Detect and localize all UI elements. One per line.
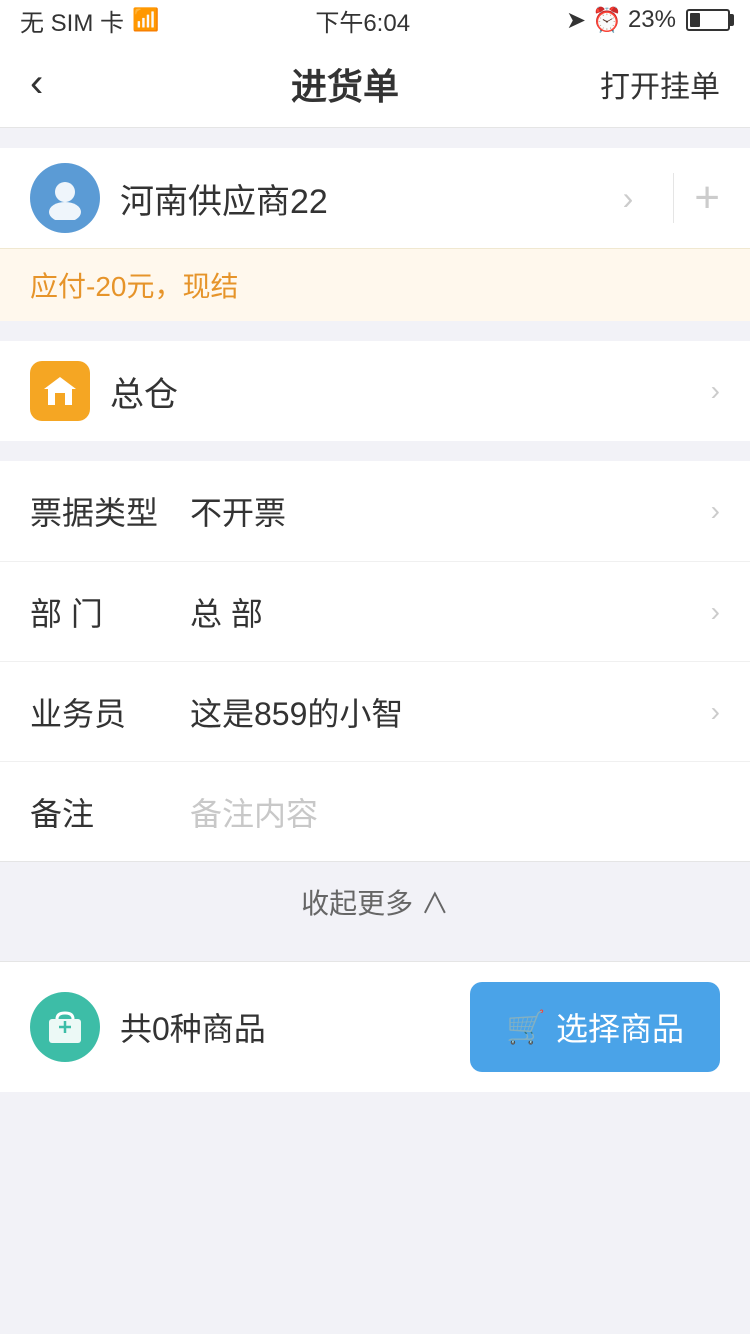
bottom-bar: 共0种商品 🛒 选择商品 [0, 961, 750, 1092]
section-gap-2 [0, 321, 750, 341]
invoice-type-label: 票据类型 [30, 488, 170, 534]
form-card: 票据类型 不开票 › 部 门 总 部 › 业务员 这是859的小智 › 备注 备… [0, 461, 750, 861]
select-product-label: 选择商品 [556, 1004, 684, 1050]
warehouse-name: 总仓 [110, 367, 711, 416]
nav-bar: ‹ 进货单 打开挂单 [0, 40, 750, 128]
remark-label: 备注 [30, 789, 170, 835]
salesperson-label: 业务员 [30, 689, 170, 735]
battery-label: 23% [628, 6, 676, 34]
status-left: 无 SIM 卡 📶 [20, 3, 159, 38]
invoice-type-row[interactable]: 票据类型 不开票 › [0, 461, 750, 561]
battery-icon [686, 9, 730, 31]
notice-text: 应付-20元，现结 [30, 271, 238, 302]
shopping-icon [45, 1007, 85, 1047]
select-product-icon: 🛒 [506, 1008, 546, 1046]
warehouse-chevron-icon: › [711, 375, 720, 407]
salesperson-chevron-icon: › [711, 696, 720, 728]
department-chevron-icon: › [711, 596, 720, 628]
remark-row[interactable]: 备注 备注内容 [0, 761, 750, 861]
warehouse-card[interactable]: 总仓 › [0, 341, 750, 441]
page-content: 河南供应商22 › + 应付-20元，现结 总仓 › 票据类型 [0, 128, 750, 1132]
supplier-avatar [30, 163, 100, 233]
time-label: 下午6:04 [315, 3, 410, 38]
supplier-name: 河南供应商22 [120, 174, 623, 223]
section-gap-3 [0, 441, 750, 461]
section-gap-1 [0, 128, 750, 148]
avatar-icon [43, 176, 87, 220]
product-count: 共0种商品 [120, 1004, 470, 1050]
location-icon: ➤ [566, 6, 586, 35]
wifi-icon: 📶 [132, 7, 159, 33]
supplier-chevron-icon: › [623, 180, 634, 217]
notice-bar: 应付-20元，现结 [0, 248, 750, 321]
page-title: 进货单 [291, 58, 399, 110]
supplier-row[interactable]: 河南供应商22 › + [0, 148, 750, 248]
warehouse-row[interactable]: 总仓 › [0, 341, 750, 441]
salesperson-value: 这是859的小智 [170, 689, 711, 735]
select-product-button[interactable]: 🛒 选择商品 [470, 982, 720, 1072]
remark-input[interactable]: 备注内容 [170, 789, 720, 835]
warehouse-icon [30, 361, 90, 421]
house-icon [42, 373, 78, 409]
supplier-card: 河南供应商22 › + 应付-20元，现结 [0, 148, 750, 321]
collapse-button[interactable]: 收起更多 ∧ [0, 861, 750, 941]
invoice-type-value: 不开票 [170, 488, 711, 534]
invoice-type-chevron-icon: › [711, 495, 720, 527]
status-right: ➤ ⏰ 23% [566, 6, 730, 35]
open-pending-button[interactable]: 打开挂单 [600, 62, 720, 106]
supplier-divider [673, 173, 674, 223]
product-icon [30, 992, 100, 1062]
status-bar: 无 SIM 卡 📶 下午6:04 ➤ ⏰ 23% [0, 0, 750, 40]
department-label: 部 门 [30, 589, 170, 635]
salesperson-row[interactable]: 业务员 这是859的小智 › [0, 661, 750, 761]
add-supplier-button[interactable]: + [694, 173, 720, 223]
department-row[interactable]: 部 门 总 部 › [0, 561, 750, 661]
back-button[interactable]: ‹ [30, 61, 90, 106]
alarm-icon: ⏰ [592, 6, 622, 35]
carrier-label: 无 SIM 卡 [20, 3, 124, 38]
collapse-label: 收起更多 ∧ [301, 882, 449, 922]
department-value: 总 部 [170, 589, 711, 635]
